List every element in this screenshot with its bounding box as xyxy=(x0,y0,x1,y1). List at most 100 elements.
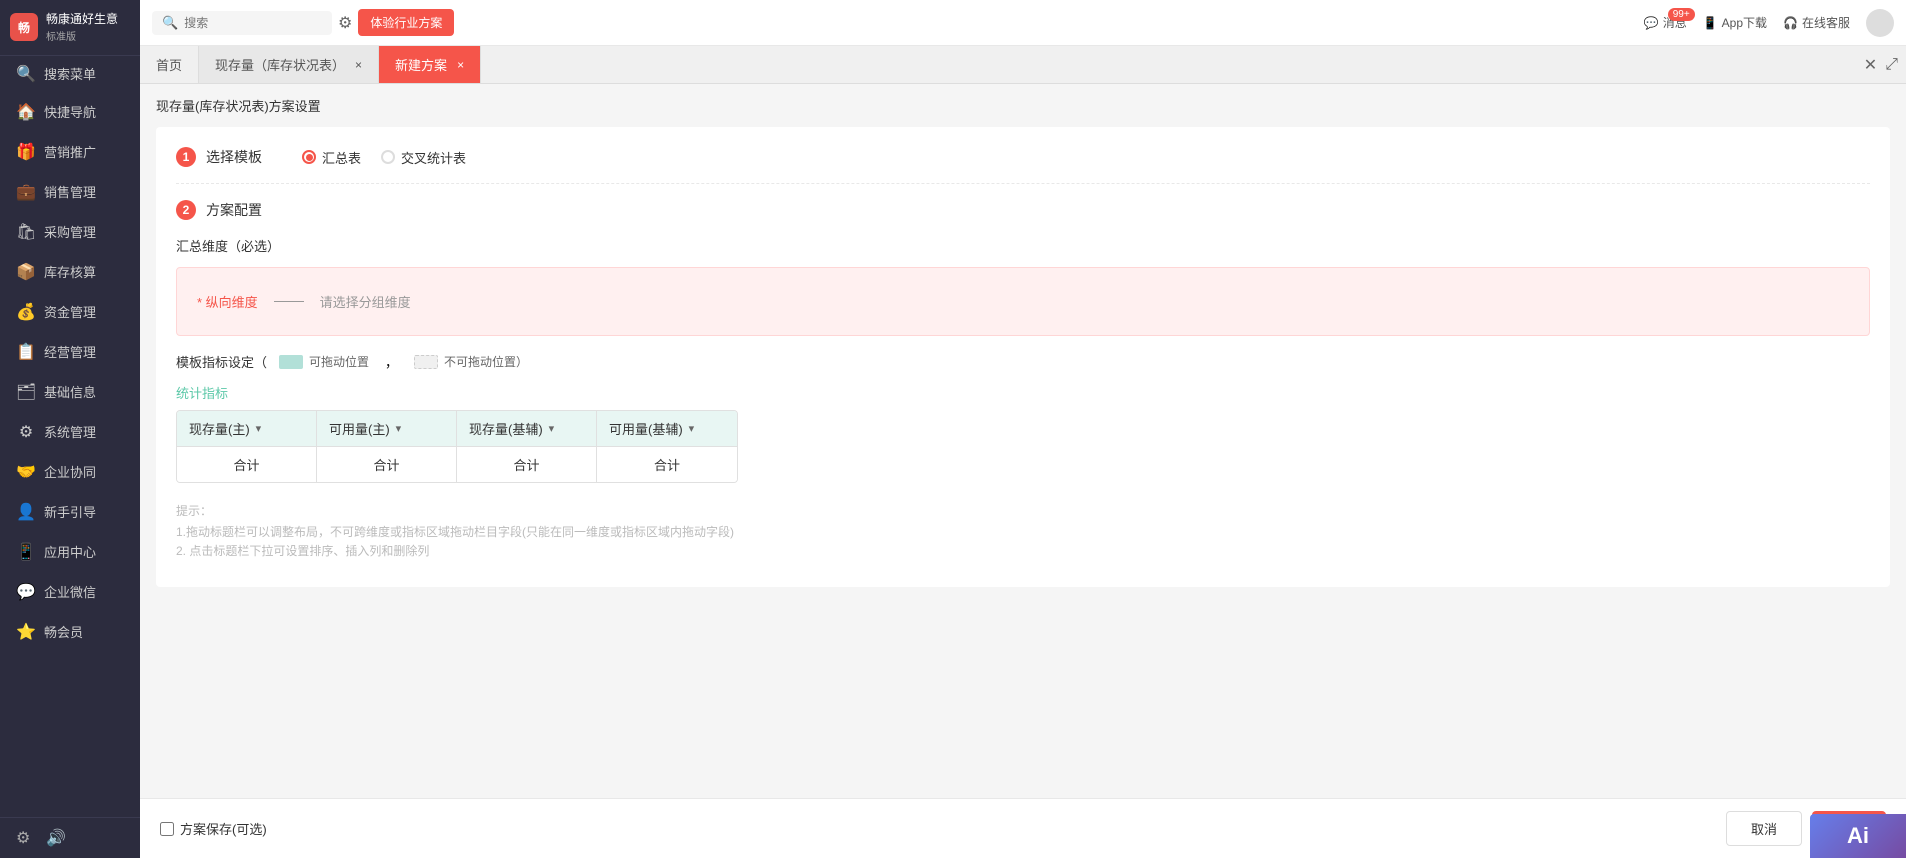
sidebar-item-label: 企业协同 xyxy=(44,462,96,481)
stat-cell-2: 合计 xyxy=(457,447,597,482)
topbar: 🔍 ⚙ 体验行业方案 💬 消息 99+ 📱 App下载 🎧 在线客服 xyxy=(140,0,1906,46)
box-icon: 📦 xyxy=(16,262,36,282)
legend-not-draggable: 不可拖动位置） xyxy=(414,353,528,370)
sidebar-item-purchase[interactable]: 🛍 采购管理 xyxy=(0,212,140,252)
main-area: 🔍 ⚙ 体验行业方案 💬 消息 99+ 📱 App下载 🎧 在线客服 xyxy=(140,0,1906,858)
save-checkbox-input[interactable] xyxy=(160,822,174,836)
logo-text: 畅康通好生意 标准版 xyxy=(46,12,118,43)
not-draggable-color-box xyxy=(414,355,438,369)
stat-col-1[interactable]: 可用量(主) ▾ xyxy=(317,411,457,446)
sidebar-item-newcomer[interactable]: 👤 新手引导 xyxy=(0,492,140,532)
stat-col-3[interactable]: 可用量(基辅) ▾ xyxy=(597,411,737,446)
audio-icon[interactable]: 🔊 xyxy=(46,828,66,848)
col2-chevron: ▾ xyxy=(549,422,555,435)
dimension-placeholder[interactable]: 请选择分组维度 xyxy=(320,292,411,311)
tabs-bar: 首页 现存量（库存状况表） × 新建方案 × ✕ ⤢ xyxy=(140,46,1906,84)
trial-industry-button[interactable]: 体验行业方案 xyxy=(358,9,454,36)
search-icon: 🔍 xyxy=(16,64,36,84)
sidebar-item-wechat[interactable]: 💬 企业微信 xyxy=(0,572,140,612)
topbar-settings-icon[interactable]: ⚙ xyxy=(338,13,352,33)
tips-label: 提示： xyxy=(176,502,1870,519)
app-download-label: App下载 xyxy=(1722,14,1767,31)
sidebar-item-inventory[interactable]: 📦 库存核算 xyxy=(0,252,140,292)
stat-table-header: 现存量(主) ▾ 可用量(主) ▾ 现存量(基辅) ▾ 可用量(基辅) ▾ xyxy=(177,411,737,446)
sidebar-item-enterprise[interactable]: 🤝 企业协同 xyxy=(0,452,140,492)
sidebar-item-member[interactable]: ⭐ 畅会员 xyxy=(0,612,140,652)
topbar-search-input[interactable] xyxy=(184,16,304,30)
sidebar-item-base-info[interactable]: 🗂 基础信息 xyxy=(0,372,140,412)
step-divider xyxy=(176,183,1870,184)
stat-col-2[interactable]: 现存量(基辅) ▾ xyxy=(457,411,597,446)
radio-summary-label: 汇总表 xyxy=(322,148,361,167)
sidebar-item-label: 营销推广 xyxy=(44,142,96,161)
sidebar-item-marketing[interactable]: 🎁 营销推广 xyxy=(0,132,140,172)
sidebar-item-label: 快捷导航 xyxy=(44,102,96,121)
indicator-settings-row: 模板指标设定（ 可拖动位置 ， 不可拖动位置） xyxy=(176,352,1870,371)
radio-summary[interactable]: 汇总表 xyxy=(302,148,361,167)
money-icon: 💰 xyxy=(16,302,36,322)
tab-inventory[interactable]: 现存量（库存状况表） × xyxy=(199,46,379,83)
sidebar-item-quick-nav[interactable]: 🏠 快捷导航 xyxy=(0,92,140,132)
tips-item-1: 2. 点击标题栏下拉可设置排序、插入列和删除列 xyxy=(176,542,1870,559)
dimension-required: * 纵向维度 xyxy=(197,292,258,311)
step2-header: 2 方案配置 xyxy=(176,200,1870,220)
cancel-button[interactable]: 取消 xyxy=(1726,811,1802,846)
tab-close-button[interactable]: ✕ xyxy=(1864,55,1877,75)
draggable-label: 可拖动位置 xyxy=(309,353,369,370)
sidebar-logo: 畅 畅康通好生意 标准版 xyxy=(0,0,140,56)
sidebar-item-app-center[interactable]: 📱 应用中心 xyxy=(0,532,140,572)
sidebar-nav: 🔍 搜索菜单 🏠 快捷导航 🎁 营销推广 💼 销售管理 🛍 采购管理 📦 库存核… xyxy=(0,56,140,817)
ai-fab-button[interactable]: Ai xyxy=(1810,814,1906,858)
tab-inventory-close[interactable]: × xyxy=(355,58,362,72)
dimension-inner: * 纵向维度 请选择分组维度 xyxy=(197,292,1849,311)
legend-separator: ， xyxy=(385,352,398,371)
sidebar-item-finance[interactable]: 💰 资金管理 xyxy=(0,292,140,332)
sidebar-item-label: 搜索菜单 xyxy=(44,64,96,83)
message-badge: 99+ xyxy=(1668,8,1695,21)
radio-cross[interactable]: 交叉统计表 xyxy=(381,148,466,167)
sidebar-item-label: 新手引导 xyxy=(44,502,96,521)
topbar-left: 🔍 ⚙ 体验行业方案 xyxy=(152,9,1636,36)
sidebar-item-search[interactable]: 🔍 搜索菜单 xyxy=(0,56,140,92)
stat-cell-0: 合计 xyxy=(177,447,317,482)
sidebar-item-label: 采购管理 xyxy=(44,222,96,241)
tab-inventory-label: 现存量（库存状况表） xyxy=(215,55,345,74)
sidebar-item-label: 销售管理 xyxy=(44,182,96,201)
topbar-search-area[interactable]: 🔍 xyxy=(152,11,332,35)
folder-icon: 🗂 xyxy=(16,382,36,402)
user-avatar[interactable] xyxy=(1866,9,1894,37)
sidebar-item-label: 经营管理 xyxy=(44,342,96,361)
stat-col-0[interactable]: 现存量(主) ▾ xyxy=(177,411,317,446)
gift-icon: 🎁 xyxy=(16,142,36,162)
chat-icon: 💬 xyxy=(16,582,36,602)
dimension-box: * 纵向维度 请选择分组维度 xyxy=(176,267,1870,336)
sidebar-item-operations[interactable]: 📋 经营管理 xyxy=(0,332,140,372)
stat-cell-3: 合计 xyxy=(597,447,737,482)
tab-new-plan[interactable]: 新建方案 × xyxy=(379,46,481,83)
step2-label: 方案配置 xyxy=(206,200,262,220)
tab-home[interactable]: 首页 xyxy=(140,46,199,83)
gear-icon: ⚙ xyxy=(16,422,36,442)
star-icon: ⭐ xyxy=(16,622,36,642)
save-option-label: 方案保存(可选) xyxy=(180,819,267,838)
message-group[interactable]: 💬 消息 99+ xyxy=(1644,14,1687,31)
tips-section: 提示： 1.拖动标题栏可以调整布局，不可跨维度或指标区域拖动栏目字段(只能在同一… xyxy=(176,502,1870,559)
sidebar-item-sales[interactable]: 💼 销售管理 xyxy=(0,172,140,212)
headset-icon: 🎧 xyxy=(1783,16,1798,30)
not-draggable-label: 不可拖动位置） xyxy=(444,353,528,370)
online-service-group[interactable]: 🎧 在线客服 xyxy=(1783,14,1850,31)
settings-bottom-icon[interactable]: ⚙ xyxy=(16,828,30,848)
step1-number: 1 xyxy=(176,147,196,167)
app-download-group[interactable]: 📱 App下载 xyxy=(1703,14,1767,31)
tab-expand-button[interactable]: ⤢ xyxy=(1885,56,1898,74)
save-checkbox[interactable]: 方案保存(可选) xyxy=(160,819,267,838)
clipboard-icon: 📋 xyxy=(16,342,36,362)
stat-table: 现存量(主) ▾ 可用量(主) ▾ 现存量(基辅) ▾ 可用量(基辅) ▾ xyxy=(176,410,738,483)
indicator-legend: 可拖动位置 ， 不可拖动位置） xyxy=(279,352,528,371)
shopping-icon: 🛍 xyxy=(16,222,36,242)
radio-cross-label: 交叉统计表 xyxy=(401,148,466,167)
sidebar: 畅 畅康通好生意 标准版 🔍 搜索菜单 🏠 快捷导航 🎁 营销推广 💼 销售管理… xyxy=(0,0,140,858)
tab-new-plan-close[interactable]: × xyxy=(457,58,464,72)
col1-chevron: ▾ xyxy=(396,422,402,435)
sidebar-item-system[interactable]: ⚙ 系统管理 xyxy=(0,412,140,452)
